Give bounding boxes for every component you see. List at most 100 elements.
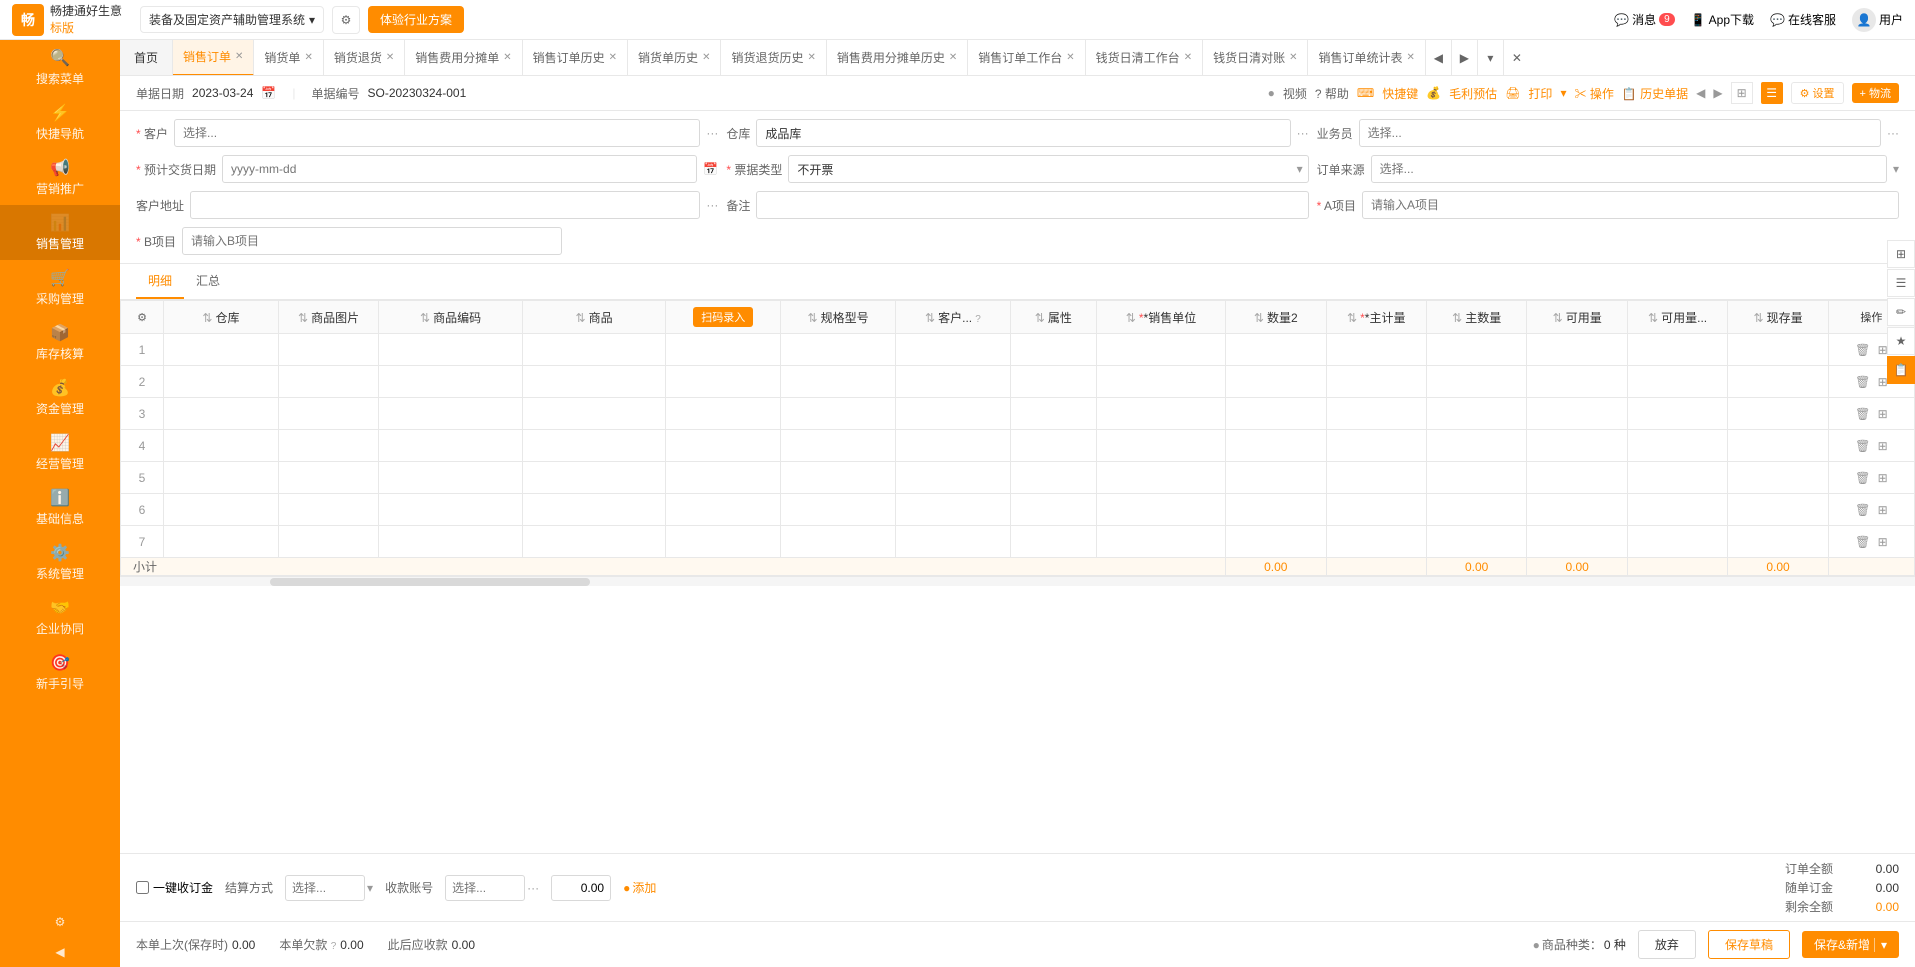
tab-history[interactable]: 销售订单历史 ✕ [523, 40, 628, 76]
tab-cost-split-history-close[interactable]: ✕ [949, 52, 957, 63]
salesperson-ellipsis[interactable]: ··· [1887, 126, 1899, 140]
row-delete-btn-6[interactable]: 🗑 [1855, 503, 1870, 517]
row-delete-btn-3[interactable]: 🗑 [1855, 407, 1870, 421]
row-copy-btn-5[interactable]: ⊞ [1878, 471, 1888, 485]
tab-next-btn[interactable]: ▶ [1452, 40, 1478, 76]
order-source-dropdown-icon[interactable]: ▾ [1893, 162, 1899, 176]
settlement-select[interactable] [285, 875, 365, 901]
amount-input[interactable] [551, 875, 611, 901]
tab-sales-order[interactable]: 销售订单 ✕ [173, 40, 254, 76]
nav-prev-btn[interactable]: ◀ [1696, 86, 1705, 100]
delivery-calendar-icon[interactable]: 📅 [703, 162, 718, 176]
save-new-dropdown-icon[interactable]: ▾ [1874, 938, 1887, 952]
tab-reconciliation[interactable]: 钱货日清对账 ✕ [1203, 40, 1308, 76]
message-icon[interactable]: 💬 消息 9 [1614, 11, 1675, 28]
row-copy-btn-6[interactable]: ⊞ [1878, 503, 1888, 517]
tab-history-close[interactable]: ✕ [609, 52, 617, 63]
tab-cost-split[interactable]: 销售费用分摊单 ✕ [405, 40, 522, 76]
sidebar-item-system[interactable]: ⚙️ 系统管理 [0, 535, 120, 590]
th-warehouse[interactable]: ⇅ 仓库 [164, 301, 279, 334]
row-copy-btn-4[interactable]: ⊞ [1878, 439, 1888, 453]
account-select[interactable] [445, 875, 525, 901]
tab-sales-slip-close[interactable]: ✕ [304, 52, 312, 63]
detail-tab-mingxi[interactable]: 明细 [136, 264, 184, 299]
tab-stats-close[interactable]: ✕ [1407, 52, 1415, 63]
gear-button[interactable]: ⚙ [332, 6, 360, 34]
tab-sales-order-close[interactable]: ✕ [235, 51, 243, 62]
b-project-input[interactable] [182, 227, 562, 255]
sidebar-item-collaboration[interactable]: 🤝 企业协同 [0, 590, 120, 645]
help-btn[interactable]: ? 帮助 [1315, 85, 1349, 102]
right-float-btn-1[interactable]: ⊞ [1887, 240, 1915, 268]
tab-home[interactable]: 首页 [120, 40, 173, 76]
calendar-icon[interactable]: 📅 [261, 86, 276, 100]
right-float-btn-3[interactable]: ✏ [1887, 298, 1915, 326]
row-copy-btn-7[interactable]: ⊞ [1878, 535, 1888, 549]
th-code[interactable]: ⇅ 商品编码 [379, 301, 523, 334]
tab-returns-history-close[interactable]: ✕ [807, 52, 815, 63]
settlement-dropdown-icon[interactable]: ▾ [367, 881, 373, 895]
sidebar-item-navigation[interactable]: ⚡ 快捷导航 [0, 95, 120, 150]
sidebar-item-finance[interactable]: 💰 资金管理 [0, 370, 120, 425]
tab-slip-history-close[interactable]: ✕ [702, 52, 710, 63]
sidebar-item-search[interactable]: 🔍 搜索菜单 [0, 40, 120, 95]
tab-returns-history[interactable]: 销货退货历史 ✕ [721, 40, 826, 76]
right-float-btn-5[interactable]: 📋 [1887, 356, 1915, 384]
warehouse-input[interactable] [756, 119, 1290, 147]
industry-plan-button[interactable]: 体验行业方案 [368, 6, 464, 33]
sidebar-item-sales[interactable]: 📊 销售管理 [0, 205, 120, 260]
app-download-btn[interactable]: 📱 App下载 [1691, 11, 1754, 28]
operations-btn[interactable]: ✂ 操作 [1574, 85, 1613, 102]
customer-address-ellipsis[interactable]: ··· [706, 198, 718, 212]
tab-returns-close[interactable]: ✕ [386, 52, 394, 63]
th-image[interactable]: ⇅ 商品图片 [278, 301, 378, 334]
th-settings[interactable]: ⚙ [121, 301, 164, 334]
row-delete-btn-4[interactable]: 🗑 [1855, 439, 1870, 453]
account-ellipsis[interactable]: ··· [527, 881, 539, 895]
tab-close-all-btn[interactable]: ✕ [1504, 40, 1530, 76]
th-quantity2[interactable]: ⇅ 数量2 [1226, 301, 1326, 334]
th-main-unit[interactable]: ⇅ **主计量 [1326, 301, 1426, 334]
th-attribute[interactable]: ⇅ 属性 [1010, 301, 1096, 334]
right-float-btn-2[interactable]: ☰ [1887, 269, 1915, 297]
customer-address-input[interactable] [190, 191, 700, 219]
row-delete-btn-7[interactable]: 🗑 [1855, 535, 1870, 549]
row-delete-btn-1[interactable]: 🗑 [1855, 343, 1870, 357]
tab-cash-workbench-close[interactable]: ✕ [1184, 52, 1192, 63]
row-delete-btn-5[interactable]: 🗑 [1855, 471, 1870, 485]
tab-returns[interactable]: 销货退货 ✕ [324, 40, 405, 76]
th-available[interactable]: ⇅ 可用量 [1527, 301, 1627, 334]
th-customer-code[interactable]: ⇅ 客户... ? [895, 301, 1010, 334]
sidebar-item-basic-info[interactable]: ℹ️ 基础信息 [0, 480, 120, 535]
tab-workbench-close[interactable]: ✕ [1066, 52, 1074, 63]
order-source-input[interactable] [1371, 155, 1887, 183]
tab-stats[interactable]: 销售订单统计表 ✕ [1308, 40, 1425, 76]
th-stock[interactable]: ⇅ 现存量 [1728, 301, 1828, 334]
sidebar-item-inventory[interactable]: 📦 库存核算 [0, 315, 120, 370]
sidebar-settings-btn[interactable]: ⚙ [0, 907, 120, 937]
print-btn[interactable]: 打印 [1528, 85, 1552, 102]
view-mode-grid-btn[interactable]: ⊞ [1731, 82, 1753, 104]
tab-cost-split-close[interactable]: ✕ [503, 52, 511, 63]
remark-input[interactable] [756, 191, 1308, 219]
row-delete-btn-2[interactable]: 🗑 [1855, 375, 1870, 389]
sidebar-item-purchase[interactable]: 🛒 采购管理 [0, 260, 120, 315]
customer-ellipsis[interactable]: ··· [706, 126, 718, 140]
row-copy-btn-3[interactable]: ⊞ [1878, 407, 1888, 421]
sidebar-collapse-btn[interactable]: ◀ [0, 937, 120, 967]
sidebar-item-guide[interactable]: 🎯 新手引导 [0, 645, 120, 700]
th-spec[interactable]: ⇅ 规格型号 [781, 301, 896, 334]
print-dropdown-icon[interactable]: ▾ [1560, 86, 1566, 100]
tab-more-btn[interactable]: ▾ [1478, 40, 1504, 76]
online-service-btn[interactable]: 💬 在线客服 [1770, 11, 1836, 28]
tab-sales-slip[interactable]: 销货单 ✕ [254, 40, 323, 76]
view-btn[interactable]: 视频 [1283, 85, 1307, 102]
tab-cash-workbench[interactable]: 钱货日清工作台 ✕ [1086, 40, 1203, 76]
sidebar-item-marketing[interactable]: 📢 营销推广 [0, 150, 120, 205]
detail-tab-huizong[interactable]: 汇总 [184, 264, 232, 299]
save-new-button[interactable]: 保存&新增 ▾ [1802, 931, 1899, 958]
th-unit[interactable]: ⇅ **销售单位 [1096, 301, 1225, 334]
nav-next-btn[interactable]: ▶ [1713, 86, 1722, 100]
customer-input[interactable] [174, 119, 700, 147]
scan-btn[interactable]: 扫码录入 [693, 307, 753, 327]
